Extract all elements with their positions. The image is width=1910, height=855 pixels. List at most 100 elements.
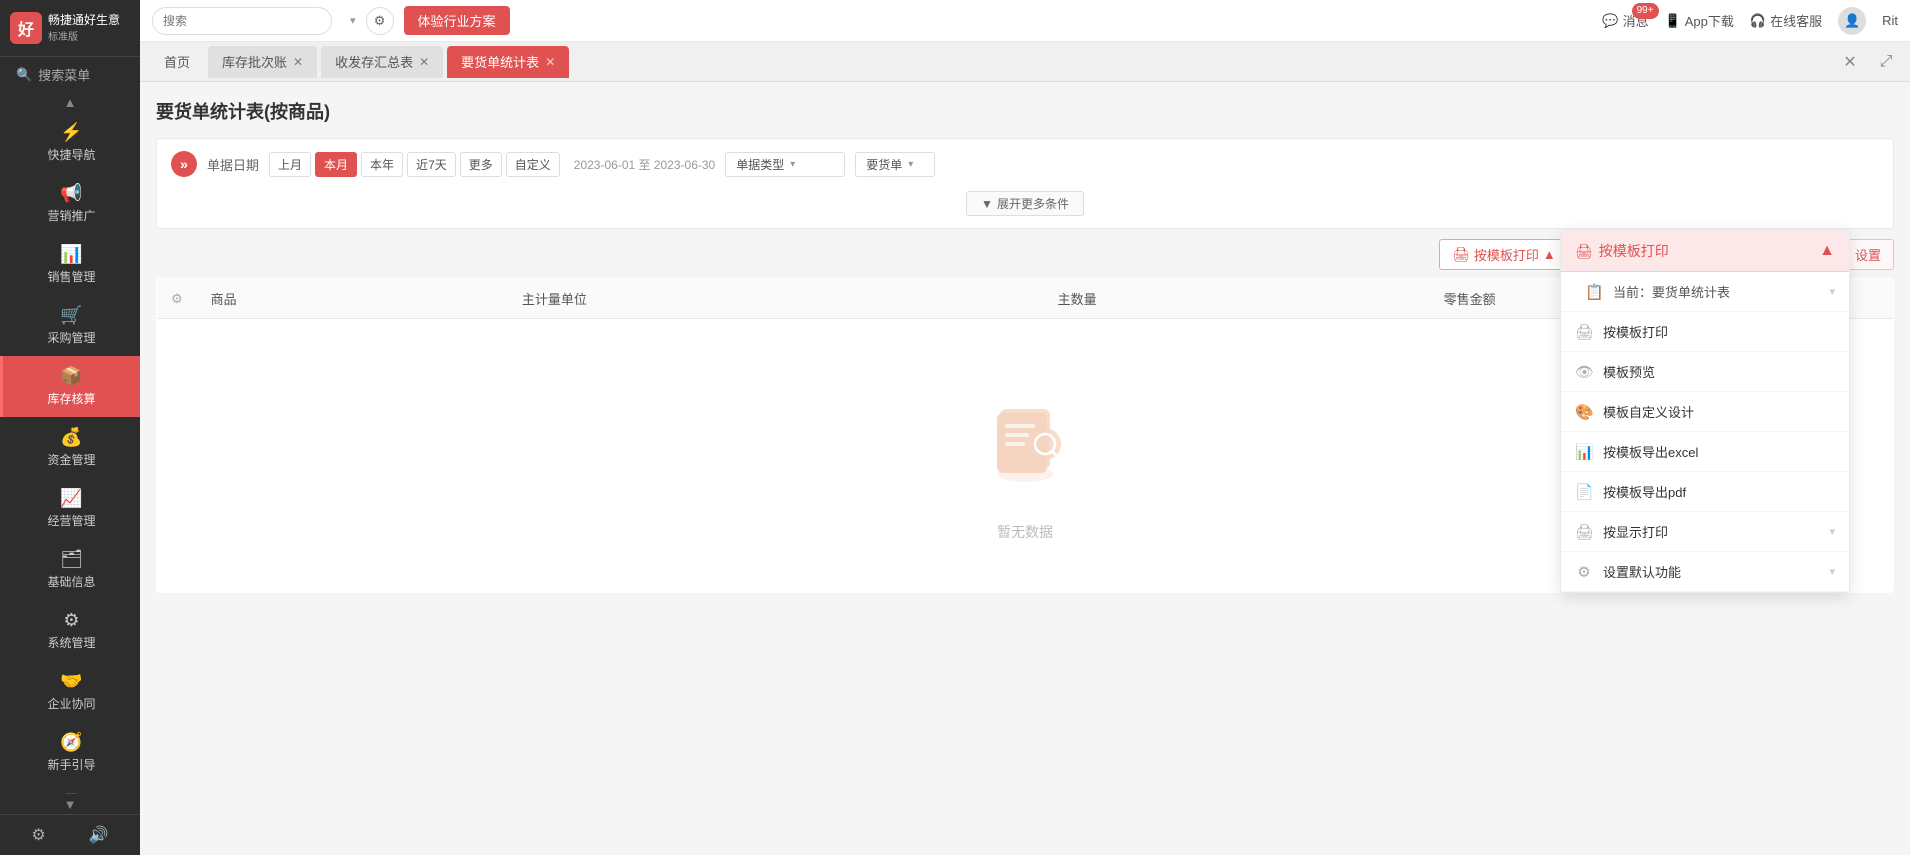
filter-date-group: 上月 本月 本年 近7天 更多 自定义 bbox=[269, 152, 560, 177]
sidebar-item-coop[interactable]: 🤝 企业协同 bbox=[0, 661, 140, 722]
trial-btn[interactable]: 体验行业方案 bbox=[404, 6, 510, 35]
filter-more-row: ▼ 展开更多条件 bbox=[171, 191, 1879, 216]
print-dropdown: 🖨 按模板打印 ▲ 📋 当前：要货单统计表 ▾ 🖨 按模板打印 👁 模板预览 🎨 bbox=[1560, 230, 1850, 593]
filter-order-type-select[interactable]: 单据类型 ▾ bbox=[725, 152, 845, 177]
window-expand-btn[interactable]: ⤢ bbox=[1872, 48, 1900, 76]
template-preview-icon: 👁 bbox=[1575, 363, 1593, 381]
sidebar-search[interactable]: 🔍 搜索菜单 bbox=[0, 57, 140, 92]
inventory-icon: 📦 bbox=[60, 366, 82, 387]
dropdown-template-print[interactable]: 🖨 按模板打印 bbox=[1561, 312, 1849, 352]
sidebar-item-base[interactable]: 🗂 基础信息 bbox=[0, 539, 140, 600]
default-func-arrow: ▾ bbox=[1829, 565, 1835, 578]
dropdown-current-template[interactable]: 📋 当前：要货单统计表 ▾ bbox=[1561, 272, 1849, 312]
purchase-icon: 🛒 bbox=[60, 305, 82, 326]
system-icon: ⚙ bbox=[63, 610, 79, 631]
current-template-icon: 📋 bbox=[1585, 283, 1603, 301]
expand-more-icon: ▼ bbox=[981, 197, 993, 211]
print-arrow-icon: ▲ bbox=[1543, 247, 1556, 262]
table-settings-icon[interactable]: ⚙ bbox=[171, 291, 183, 306]
quick-nav-icon: ⚡ bbox=[60, 122, 82, 143]
filter-this-month-btn[interactable]: 本月 bbox=[315, 152, 357, 177]
guide-icon: 🧭 bbox=[60, 732, 82, 753]
sidebar-scroll-down[interactable]: ▼ bbox=[0, 794, 140, 814]
dropdown-print-icon: 🖨 bbox=[1575, 243, 1593, 260]
user-avatar[interactable]: 👤 bbox=[1838, 7, 1866, 35]
dropdown-template-preview[interactable]: 👁 模板预览 bbox=[1561, 352, 1849, 392]
sidebar-item-system[interactable]: ⚙ 系统管理 bbox=[0, 600, 140, 661]
topbar: ▾ ⚙ 体验行业方案 💬 消息 99+ 📱 App下载 🎧 在线客服 👤 bbox=[140, 0, 1910, 42]
coop-icon: 🤝 bbox=[60, 671, 82, 692]
message-icon: 💬 bbox=[1602, 13, 1618, 29]
filter-order-goods-select[interactable]: 要货单 ▾ bbox=[855, 152, 935, 177]
template-excel-icon: 📊 bbox=[1575, 443, 1593, 461]
sidebar-item-operation[interactable]: 📈 经营管理 bbox=[0, 478, 140, 539]
dropdown-arrow-icon: ▾ bbox=[350, 14, 356, 27]
topbar-dropdown[interactable]: ▾ bbox=[342, 14, 356, 27]
sidebar-item-guide[interactable]: 🧭 新手引导 bbox=[0, 722, 140, 783]
sidebar: 好 畅捷通好生意 标准版 🔍 搜索菜单 ▲ ⚡ 快捷导航 📢 营销推广 📊 销售… bbox=[0, 0, 140, 855]
filter-7days-btn[interactable]: 近7天 bbox=[407, 152, 456, 177]
service-icon: 🎧 bbox=[1750, 13, 1766, 29]
dropdown-display-print[interactable]: 🖨 按显示打印 ▾ bbox=[1561, 512, 1849, 552]
main-area: ▾ ⚙ 体验行业方案 💬 消息 99+ 📱 App下载 🎧 在线客服 👤 bbox=[140, 0, 1910, 855]
dropdown-close-btn[interactable]: ▲ bbox=[1819, 242, 1835, 260]
tab-close-inventory-batch[interactable]: ✕ bbox=[293, 55, 303, 69]
empty-text: 暂无数据 bbox=[997, 522, 1053, 542]
filter-last-month-btn[interactable]: 上月 bbox=[269, 152, 311, 177]
sidebar-item-appstore[interactable]: 📱 应用中心 bbox=[0, 783, 140, 794]
current-template-arrow: ▾ bbox=[1829, 285, 1835, 298]
page-content: 要货单统计表(按商品) » 单据日期 上月 本月 本年 近7天 更多 自定义 2… bbox=[140, 82, 1910, 855]
online-service-btn[interactable]: 🎧 在线客服 bbox=[1750, 11, 1822, 30]
sidebar-item-inventory[interactable]: 📦 库存核算 bbox=[0, 356, 140, 417]
topbar-settings-btn[interactable]: ⚙ bbox=[366, 7, 394, 35]
display-print-icon: 🖨 bbox=[1575, 523, 1593, 541]
username-label: Rit bbox=[1882, 13, 1898, 28]
print-template-btn[interactable]: 🖨 按模板打印 ▲ bbox=[1439, 239, 1569, 270]
base-icon: 🗂 bbox=[60, 549, 83, 570]
print-icon: 🖨 bbox=[1452, 246, 1470, 263]
expand-more-btn[interactable]: ▼ 展开更多条件 bbox=[966, 191, 1084, 216]
empty-icon bbox=[975, 389, 1075, 508]
col-quantity: 主数量 bbox=[1044, 279, 1430, 319]
operation-icon: 📈 bbox=[60, 488, 82, 509]
filter-this-year-btn[interactable]: 本年 bbox=[361, 152, 403, 177]
dropdown-header-left: 🖨 按模板打印 bbox=[1575, 241, 1669, 261]
tab-home[interactable]: 首页 bbox=[150, 46, 204, 78]
dropdown-template-excel[interactable]: 📊 按模板导出excel bbox=[1561, 432, 1849, 472]
dropdown-template-pdf[interactable]: 📄 按模板导出pdf bbox=[1561, 472, 1849, 512]
tab-receipt-summary[interactable]: 收发存汇总表 ✕ bbox=[321, 46, 443, 78]
dropdown-template-custom[interactable]: 🎨 模板自定义设计 bbox=[1561, 392, 1849, 432]
template-print-icon: 🖨 bbox=[1575, 323, 1593, 341]
col-unit: 主计量单位 bbox=[508, 279, 1044, 319]
col-goods: 商品 bbox=[197, 279, 508, 319]
window-close-btn[interactable]: ✕ bbox=[1836, 48, 1864, 76]
tabs-bar: 首页 库存批次账 ✕ 收发存汇总表 ✕ 要货单统计表 ✕ ✕ ⤢ bbox=[140, 42, 1910, 82]
sidebar-logo: 好 畅捷通好生意 标准版 bbox=[0, 0, 140, 57]
sidebar-item-marketing[interactable]: 📢 营销推广 bbox=[0, 173, 140, 234]
sidebar-scroll-up[interactable]: ▲ bbox=[0, 92, 140, 112]
template-pdf-icon: 📄 bbox=[1575, 483, 1593, 501]
download-icon: 📱 bbox=[1665, 13, 1681, 29]
filter-custom-btn[interactable]: 自定义 bbox=[506, 152, 560, 177]
tab-inventory-batch[interactable]: 库存批次账 ✕ bbox=[208, 46, 317, 78]
sidebar-item-quick-nav[interactable]: ⚡ 快捷导航 bbox=[0, 112, 140, 173]
marketing-icon: 📢 bbox=[60, 183, 82, 204]
app-download-btn[interactable]: 📱 App下载 bbox=[1665, 11, 1734, 30]
page-title: 要货单统计表(按商品) bbox=[156, 98, 1894, 124]
col-settings: ⚙ bbox=[157, 279, 197, 319]
tab-close-order-stats[interactable]: ✕ bbox=[545, 55, 555, 69]
sidebar-item-sales[interactable]: 📊 销售管理 bbox=[0, 234, 140, 295]
footer-settings-icon[interactable]: ⚙ bbox=[31, 825, 45, 845]
tab-close-receipt-summary[interactable]: ✕ bbox=[419, 55, 429, 69]
tab-order-stats[interactable]: 要货单统计表 ✕ bbox=[447, 46, 569, 78]
message-btn[interactable]: 💬 消息 99+ bbox=[1602, 11, 1648, 30]
filter-expand-btn[interactable]: » bbox=[171, 151, 197, 177]
filter-more-btn[interactable]: 更多 bbox=[460, 152, 502, 177]
dropdown-default-func[interactable]: ⚙ 设置默认功能 ▾ bbox=[1561, 552, 1849, 592]
sidebar-item-purchase[interactable]: 🛒 采购管理 bbox=[0, 295, 140, 356]
display-print-arrow: ▾ bbox=[1829, 525, 1835, 538]
sidebar-item-finance[interactable]: 💰 资金管理 bbox=[0, 417, 140, 478]
finance-icon: 💰 bbox=[60, 427, 82, 448]
topbar-search-input[interactable] bbox=[152, 7, 332, 35]
footer-sound-icon[interactable]: 🔊 bbox=[89, 825, 109, 845]
